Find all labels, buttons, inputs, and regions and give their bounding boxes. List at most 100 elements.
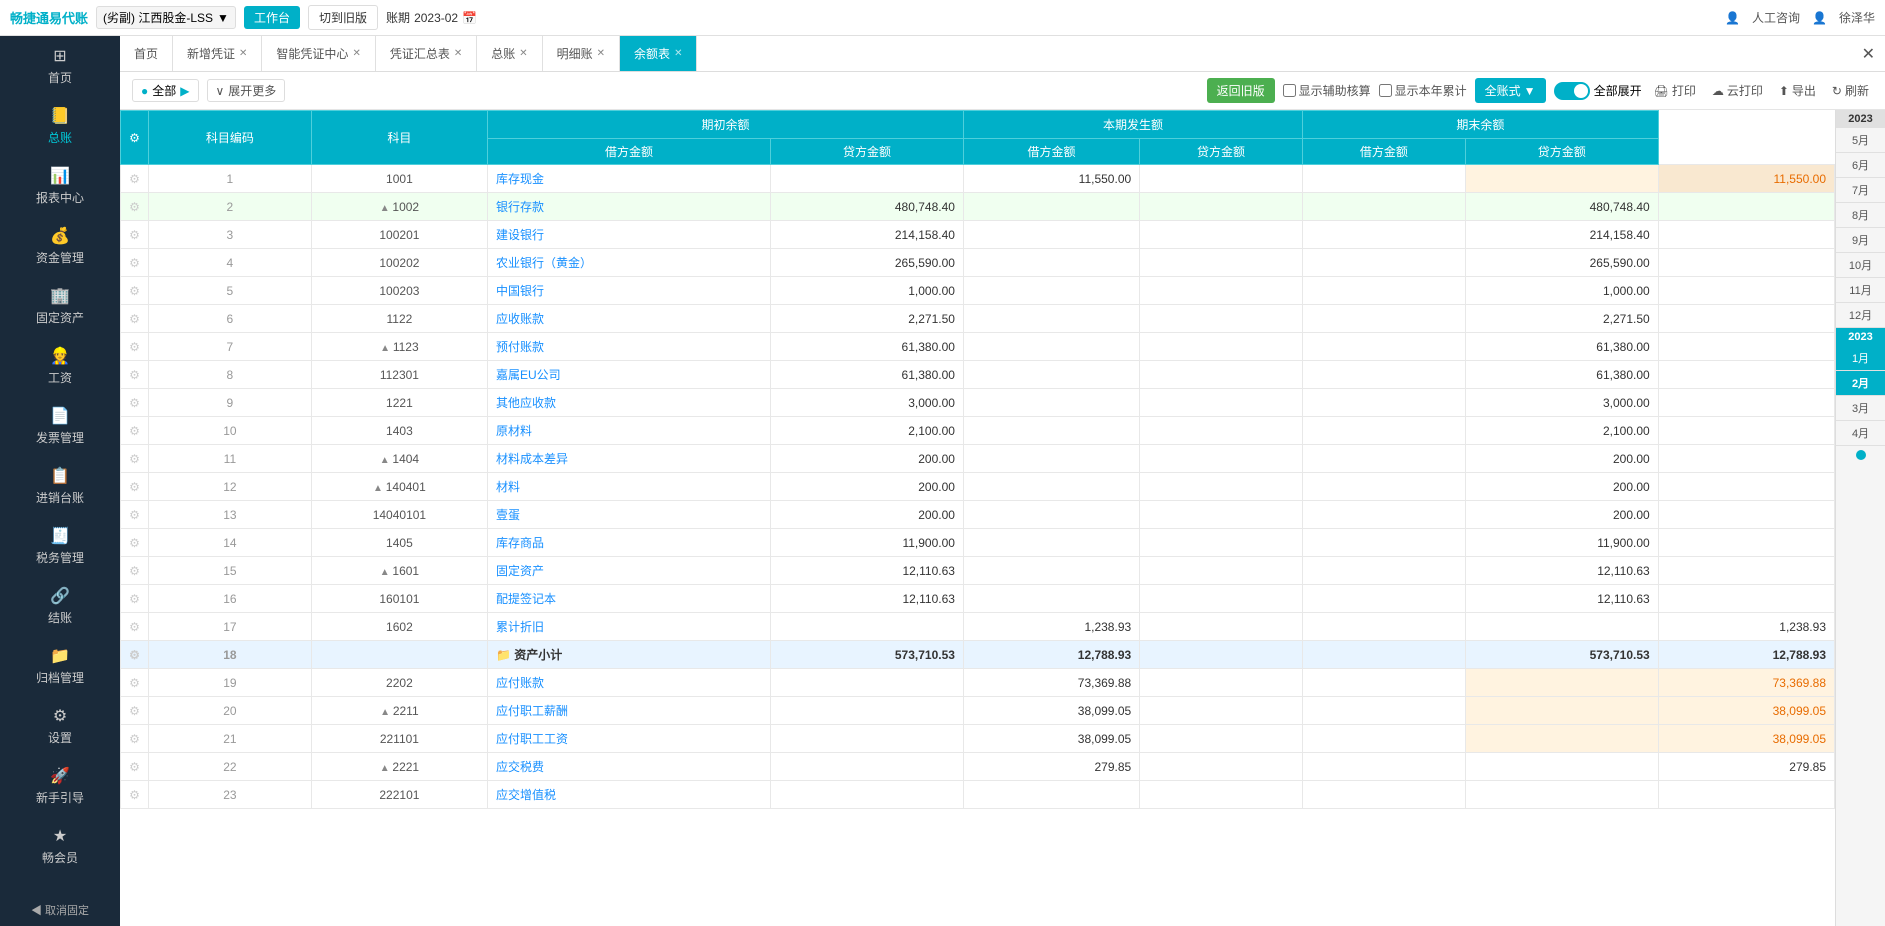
row-settings-icon[interactable]: ⚙: [129, 256, 140, 270]
subject-name[interactable]: 壹蛋: [496, 508, 520, 522]
sidebar-item-home[interactable]: ⊞ 首页: [0, 36, 120, 96]
sidebar-item-invoices[interactable]: 📄 发票管理: [0, 396, 120, 456]
cloud-print-button[interactable]: ☁ 云打印: [1708, 80, 1767, 101]
refresh-button[interactable]: ↻ 刷新: [1828, 80, 1873, 101]
month-7[interactable]: 7月: [1836, 178, 1885, 203]
settings-cell[interactable]: ⚙: [121, 389, 149, 417]
row-settings-icon[interactable]: ⚙: [129, 424, 140, 438]
settings-col-header[interactable]: ⚙: [121, 111, 149, 165]
settings-cell[interactable]: ⚙: [121, 277, 149, 305]
month-6[interactable]: 6月: [1836, 153, 1885, 178]
tab-detail-ledger-close[interactable]: ✕: [597, 48, 605, 59]
tab-new-voucher-close[interactable]: ✕: [239, 48, 247, 59]
back-old-button[interactable]: 返回旧版: [1207, 78, 1275, 103]
show-year-check-label[interactable]: 显示本年累计: [1379, 82, 1467, 99]
sidebar-item-reports[interactable]: 📊 报表中心: [0, 156, 120, 216]
month-3[interactable]: 3月: [1836, 396, 1885, 421]
subject-name-cell[interactable]: 📁 资产小计: [488, 641, 771, 669]
subject-name[interactable]: 银行存款: [496, 200, 544, 214]
subject-name-cell[interactable]: 配提签记本: [488, 585, 771, 613]
subject-name[interactable]: 累计折旧: [496, 620, 544, 634]
subject-name[interactable]: 应付账款: [496, 676, 544, 690]
row-settings-icon[interactable]: ⚙: [129, 704, 140, 718]
row-settings-icon[interactable]: ⚙: [129, 564, 140, 578]
row-settings-icon[interactable]: ⚙: [129, 200, 140, 214]
settings-cell[interactable]: ⚙: [121, 165, 149, 193]
subject-name[interactable]: 材料成本差异: [496, 452, 568, 466]
row-settings-icon[interactable]: ⚙: [129, 228, 140, 242]
row-settings-icon[interactable]: ⚙: [129, 284, 140, 298]
unpin-sidebar-button[interactable]: ◀ 取消固定: [0, 894, 120, 926]
expand-button[interactable]: ∨ 展开更多: [207, 79, 286, 102]
subject-name-cell[interactable]: 应付职工薪酬: [488, 697, 771, 725]
settings-cell[interactable]: ⚙: [121, 613, 149, 641]
subject-name[interactable]: 应收账款: [496, 312, 544, 326]
settings-cell[interactable]: ⚙: [121, 333, 149, 361]
export-button[interactable]: ⬆ 导出: [1775, 80, 1820, 101]
expand-all-toggle[interactable]: 全部展开: [1554, 82, 1642, 100]
workbench-button[interactable]: 工作台: [244, 6, 300, 29]
row-settings-icon[interactable]: ⚙: [129, 676, 140, 690]
settings-cell[interactable]: ⚙: [121, 305, 149, 333]
subject-name-cell[interactable]: 材料: [488, 473, 771, 501]
subject-name-cell[interactable]: 应交增值税: [488, 781, 771, 809]
settings-cell[interactable]: ⚙: [121, 361, 149, 389]
subject-name[interactable]: 原材料: [496, 424, 532, 438]
subject-name[interactable]: 配提签记本: [496, 592, 556, 606]
tab-voucher-summary-close[interactable]: ✕: [454, 48, 462, 59]
consult-label[interactable]: 人工咨询: [1752, 9, 1800, 26]
close-all-tabs-button[interactable]: ✕: [1852, 44, 1885, 64]
show-year-checkbox[interactable]: [1379, 84, 1392, 97]
row-settings-icon[interactable]: ⚙: [129, 312, 140, 326]
sidebar-item-settings[interactable]: ⚙ 设置: [0, 696, 120, 756]
tab-detail-ledger[interactable]: 明细账 ✕: [543, 36, 620, 71]
month-9[interactable]: 9月: [1836, 228, 1885, 253]
subject-name[interactable]: 应交增值税: [496, 788, 556, 802]
month-11[interactable]: 11月: [1836, 278, 1885, 303]
subject-name-cell[interactable]: 应付职工工资: [488, 725, 771, 753]
settings-cell[interactable]: ⚙: [121, 557, 149, 585]
row-settings-icon[interactable]: ⚙: [129, 788, 140, 802]
settings-cell[interactable]: ⚙: [121, 473, 149, 501]
row-settings-icon[interactable]: ⚙: [129, 340, 140, 354]
subject-name[interactable]: 应付职工薪酬: [496, 704, 568, 718]
subject-name[interactable]: 库存现金: [496, 172, 544, 186]
switch-old-button[interactable]: 切到旧版: [308, 5, 378, 30]
month-8[interactable]: 8月: [1836, 203, 1885, 228]
subject-name[interactable]: 农业银行（黄金）: [496, 256, 592, 270]
tab-general-ledger[interactable]: 总账 ✕: [477, 36, 542, 71]
sidebar-item-close[interactable]: 🔗 结账: [0, 576, 120, 636]
row-settings-icon[interactable]: ⚙: [129, 732, 140, 746]
show-aux-checkbox[interactable]: [1283, 84, 1296, 97]
sidebar-item-ledger[interactable]: 📒 总账: [0, 96, 120, 156]
subject-name[interactable]: 建设银行: [496, 228, 544, 242]
month-12[interactable]: 12月: [1836, 303, 1885, 328]
subject-name[interactable]: 库存商品: [496, 536, 544, 550]
settings-cell[interactable]: ⚙: [121, 669, 149, 697]
subject-name-cell[interactable]: 应收账款: [488, 305, 771, 333]
sidebar-item-tax[interactable]: 🧾 税务管理: [0, 516, 120, 576]
subject-name[interactable]: 中国银行: [496, 284, 544, 298]
month-2-active[interactable]: 2月: [1836, 371, 1885, 396]
settings-cell[interactable]: ⚙: [121, 585, 149, 613]
subject-name-cell[interactable]: 农业银行（黄金）: [488, 249, 771, 277]
row-settings-icon[interactable]: ⚙: [129, 620, 140, 634]
row-settings-icon[interactable]: ⚙: [129, 508, 140, 522]
row-settings-icon[interactable]: ⚙: [129, 536, 140, 550]
subject-name-cell[interactable]: 累计折旧: [488, 613, 771, 641]
settings-cell[interactable]: ⚙: [121, 781, 149, 809]
toggle-switch[interactable]: [1554, 82, 1590, 100]
settings-cell[interactable]: ⚙: [121, 417, 149, 445]
row-settings-icon[interactable]: ⚙: [129, 452, 140, 466]
month-4[interactable]: 4月: [1836, 421, 1885, 446]
subject-name-cell[interactable]: 银行存款: [488, 193, 771, 221]
subject-name[interactable]: 嘉属EU公司: [496, 368, 561, 382]
settings-cell[interactable]: ⚙: [121, 249, 149, 277]
settings-cell[interactable]: ⚙: [121, 697, 149, 725]
subject-name-cell[interactable]: 中国银行: [488, 277, 771, 305]
subject-name-cell[interactable]: 应交税费: [488, 753, 771, 781]
subject-name[interactable]: 其他应收款: [496, 396, 556, 410]
tab-smart-voucher[interactable]: 智能凭证中心 ✕: [262, 36, 375, 71]
settings-cell[interactable]: ⚙: [121, 725, 149, 753]
sidebar-item-guide[interactable]: 🚀 新手引导: [0, 756, 120, 816]
